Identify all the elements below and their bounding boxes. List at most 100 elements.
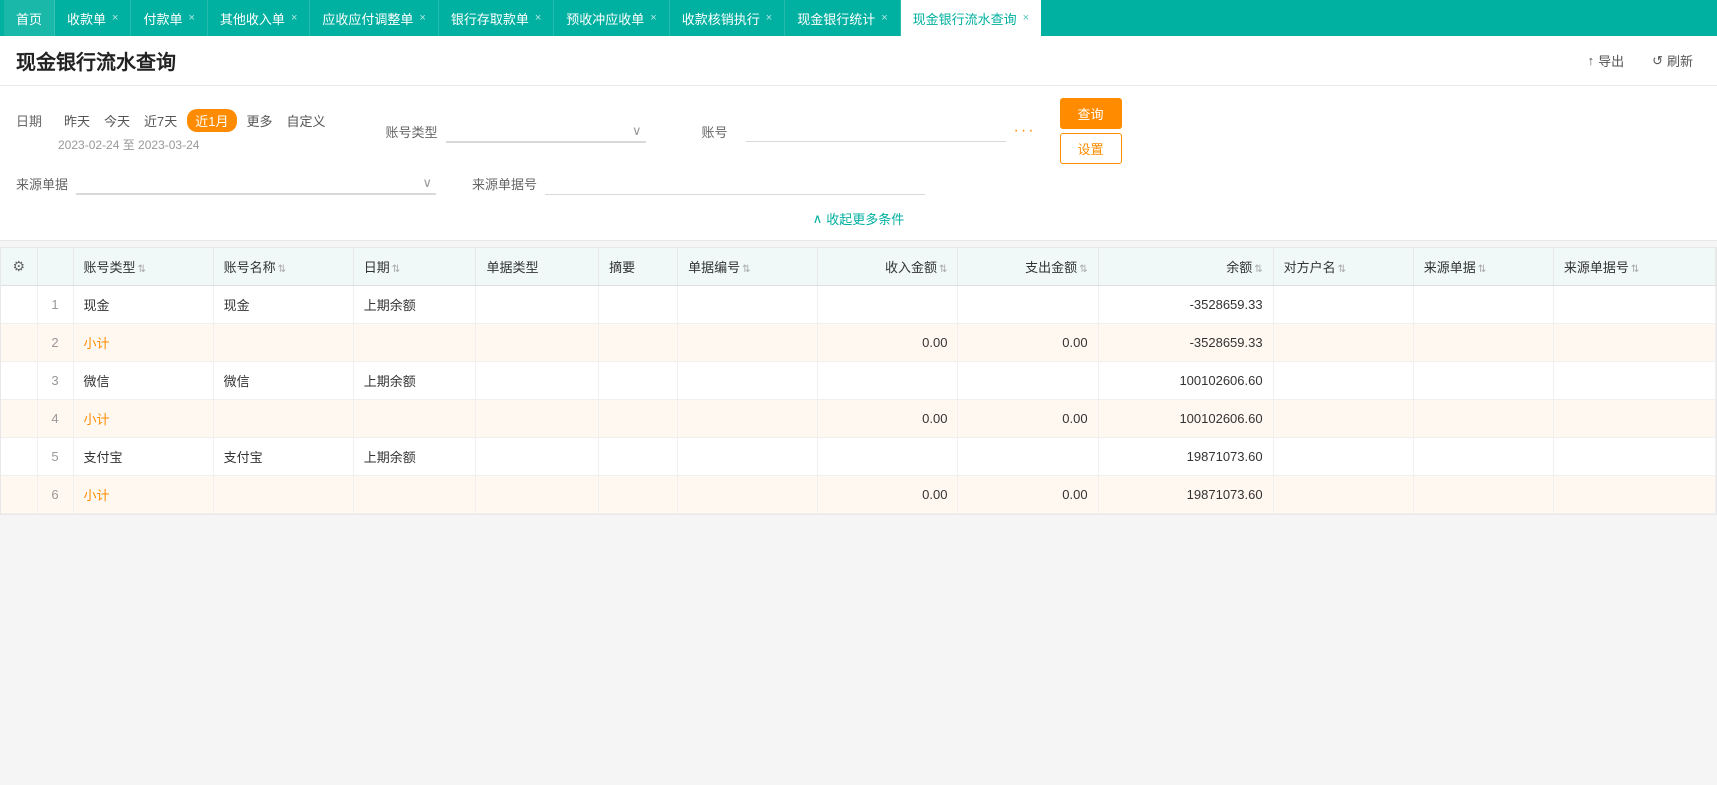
col-source-doc[interactable]: 来源单据⇅: [1413, 248, 1553, 286]
col-doc-num[interactable]: 单据编号⇅: [678, 248, 818, 286]
table-cell: [1273, 400, 1413, 438]
source-doc-label: 来源单据: [16, 174, 68, 193]
nav-other-income-close[interactable]: ×: [291, 12, 297, 24]
sort-account-name-icon: ⇅: [278, 264, 286, 275]
table-cell: 5: [37, 438, 73, 476]
collapse-bar[interactable]: ∧ 收起更多条件: [16, 203, 1701, 232]
table-cell: 100102606.60: [1098, 362, 1273, 400]
nav-payment[interactable]: 付款单 ×: [131, 0, 207, 36]
date-option-1month[interactable]: 近1月: [187, 109, 236, 132]
table-cell: 上期余额: [353, 362, 476, 400]
page-title: 现金银行流水查询: [16, 46, 176, 75]
filter-row-1: 日期 昨天 今天 近7天 近1月 更多 自定义 2023-02-24 至 202…: [16, 98, 1701, 164]
col-settings[interactable]: ⚙: [1, 248, 37, 286]
table-cell: [1, 362, 37, 400]
export-button[interactable]: ↑ 导出: [1580, 47, 1633, 74]
table-cell: [1413, 362, 1553, 400]
table-cell: 微信: [213, 362, 353, 400]
table-cell: [213, 400, 353, 438]
nav-receipt-close[interactable]: ×: [112, 12, 118, 24]
date-label: 日期: [16, 111, 52, 130]
table-cell: [1413, 324, 1553, 362]
table-cell: 19871073.60: [1098, 438, 1273, 476]
table-cell: 1: [37, 286, 73, 324]
table-cell: [353, 400, 476, 438]
col-account-name[interactable]: 账号名称⇅: [213, 248, 353, 286]
table-settings-icon[interactable]: ⚙: [12, 258, 25, 274]
account-type-filter-group: 账号类型 ∨: [386, 120, 646, 143]
data-table: ⚙ 账号类型⇅ 账号名称⇅ 日期⇅ 单据类型 摘要 单据编号⇅ 收入金: [1, 248, 1716, 514]
settings-button[interactable]: 设置: [1060, 133, 1122, 164]
table-cell: [678, 400, 818, 438]
nav-ar-adjust[interactable]: 应收应付调整单 ×: [310, 0, 438, 36]
table-cell: [818, 362, 958, 400]
col-income[interactable]: 收入金额⇅: [818, 248, 958, 286]
nav-receipt[interactable]: 收款单 ×: [55, 0, 131, 36]
source-doc-num-input[interactable]: [545, 173, 925, 195]
date-option-more[interactable]: 更多: [243, 109, 277, 132]
action-buttons: 查询 设置: [1060, 98, 1122, 164]
source-doc-num-label: 来源单据号: [472, 174, 537, 193]
col-balance[interactable]: 余额⇅: [1098, 248, 1273, 286]
nav-bank-deposit-close[interactable]: ×: [535, 12, 541, 24]
top-nav: 首页 收款单 × 付款单 × 其他收入单 × 应收应付调整单 × 银行存取款单 …: [0, 0, 1717, 36]
col-date[interactable]: 日期⇅: [353, 248, 476, 286]
table-cell: [599, 438, 678, 476]
date-option-yesterday[interactable]: 昨天: [60, 109, 94, 132]
table-cell: [599, 286, 678, 324]
table-cell: [1, 286, 37, 324]
account-more-button[interactable]: ···: [1014, 122, 1036, 140]
table-cell: [353, 476, 476, 514]
col-source-doc-num[interactable]: 来源单据号⇅: [1553, 248, 1715, 286]
table-cell: [678, 286, 818, 324]
table-cell: 6: [37, 476, 73, 514]
table-cell: 4: [37, 400, 73, 438]
nav-receipt-verify[interactable]: 收款核销执行 ×: [670, 0, 785, 36]
table-cell: 0.00: [958, 476, 1098, 514]
nav-bank-deposit[interactable]: 银行存取款单 ×: [439, 0, 554, 36]
col-expense[interactable]: 支出金额⇅: [958, 248, 1098, 286]
date-range-display: 2023-02-24 至 2023-03-24: [58, 136, 330, 153]
table-cell: 现金: [73, 286, 213, 324]
nav-payment-close[interactable]: ×: [188, 12, 194, 24]
date-option-custom[interactable]: 自定义: [283, 109, 330, 132]
nav-ar-adjust-close[interactable]: ×: [419, 12, 425, 24]
col-counterparty[interactable]: 对方户名⇅: [1273, 248, 1413, 286]
table-cell: 上期余额: [353, 286, 476, 324]
table-cell: [599, 476, 678, 514]
nav-cash-bank-flow-close[interactable]: ×: [1023, 12, 1029, 24]
source-doc-select[interactable]: [76, 172, 436, 194]
date-filter-group: 日期 昨天 今天 近7天 近1月 更多 自定义 2023-02-24 至 202…: [16, 109, 330, 153]
col-account-type[interactable]: 账号类型⇅: [73, 248, 213, 286]
nav-prepay-writeoff[interactable]: 预收冲应收单 ×: [554, 0, 669, 36]
table-cell: [678, 476, 818, 514]
sort-counterparty-icon: ⇅: [1338, 264, 1346, 275]
nav-cash-bank-stats[interactable]: 现金银行统计 ×: [785, 0, 900, 36]
nav-receipt-verify-close[interactable]: ×: [766, 12, 772, 24]
table-cell: 2: [37, 324, 73, 362]
table-cell: [818, 438, 958, 476]
table-cell: [213, 324, 353, 362]
nav-cash-bank-stats-close[interactable]: ×: [881, 12, 887, 24]
header-actions: ↑ 导出 ↺ 刷新: [1580, 47, 1701, 74]
query-button[interactable]: 查询: [1060, 98, 1122, 129]
nav-cash-bank-flow[interactable]: 现金银行流水查询 ×: [901, 0, 1041, 36]
nav-prepay-writeoff-close[interactable]: ×: [650, 12, 656, 24]
nav-other-income[interactable]: 其他收入单 ×: [208, 0, 310, 36]
filter-row-2: 来源单据 ∨ 来源单据号: [16, 172, 1701, 195]
table-cell: [678, 324, 818, 362]
account-type-select[interactable]: [446, 120, 646, 142]
sort-source-doc-num-icon: ⇅: [1631, 264, 1639, 275]
nav-home[interactable]: 首页: [4, 0, 55, 36]
refresh-button[interactable]: ↺ 刷新: [1644, 47, 1701, 74]
account-input[interactable]: [746, 120, 1006, 142]
sort-doc-num-icon: ⇅: [742, 264, 750, 275]
table-cell: 上期余额: [353, 438, 476, 476]
table-cell: [599, 400, 678, 438]
date-option-today[interactable]: 今天: [100, 109, 134, 132]
table-header-row: ⚙ 账号类型⇅ 账号名称⇅ 日期⇅ 单据类型 摘要 单据编号⇅ 收入金: [1, 248, 1716, 286]
table-cell: [1553, 476, 1715, 514]
date-option-7days[interactable]: 近7天: [140, 109, 181, 132]
sort-balance-icon: ⇅: [1254, 264, 1262, 275]
table-cell: 微信: [73, 362, 213, 400]
